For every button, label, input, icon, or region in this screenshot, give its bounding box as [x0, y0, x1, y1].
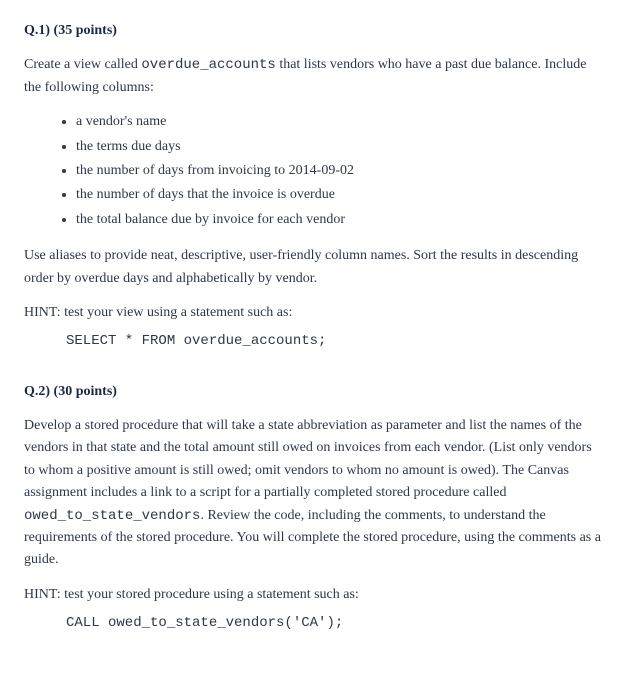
list-item: the total balance due by invoice for eac…	[76, 209, 604, 231]
list-item: the number of days that the invoice is o…	[76, 184, 604, 206]
list-item: the number of days from invoicing to 201…	[76, 160, 604, 182]
q2-hint: HINT: test your stored procedure using a…	[24, 584, 604, 606]
q2-header: Q.2) (30 points)	[24, 381, 604, 403]
q1-code-block: SELECT * FROM overdue_accounts;	[24, 330, 604, 352]
q2-para-code: owed_to_state_vendors	[24, 508, 200, 524]
list-item: the terms due days	[76, 136, 604, 158]
q2-code-block: CALL owed_to_state_vendors('CA');	[24, 612, 604, 634]
q1-intro-code: overdue_accounts	[141, 57, 275, 73]
q1-para2: Use aliases to provide neat, descriptive…	[24, 245, 604, 290]
list-item: a vendor's name	[76, 111, 604, 133]
q1-hint: HINT: test your view using a statement s…	[24, 302, 604, 324]
q1-bullet-list: a vendor's name the terms due days the n…	[24, 111, 604, 231]
question-2: Q.2) (30 points) Develop a stored proced…	[24, 381, 604, 635]
question-1: Q.1) (35 points) Create a view called ov…	[24, 20, 604, 353]
q2-para-before: Develop a stored procedure that will tak…	[24, 418, 592, 500]
q1-intro: Create a view called overdue_accounts th…	[24, 54, 604, 99]
q2-para: Develop a stored procedure that will tak…	[24, 415, 604, 572]
q1-intro-before: Create a view called	[24, 57, 141, 72]
q1-header: Q.1) (35 points)	[24, 20, 604, 42]
